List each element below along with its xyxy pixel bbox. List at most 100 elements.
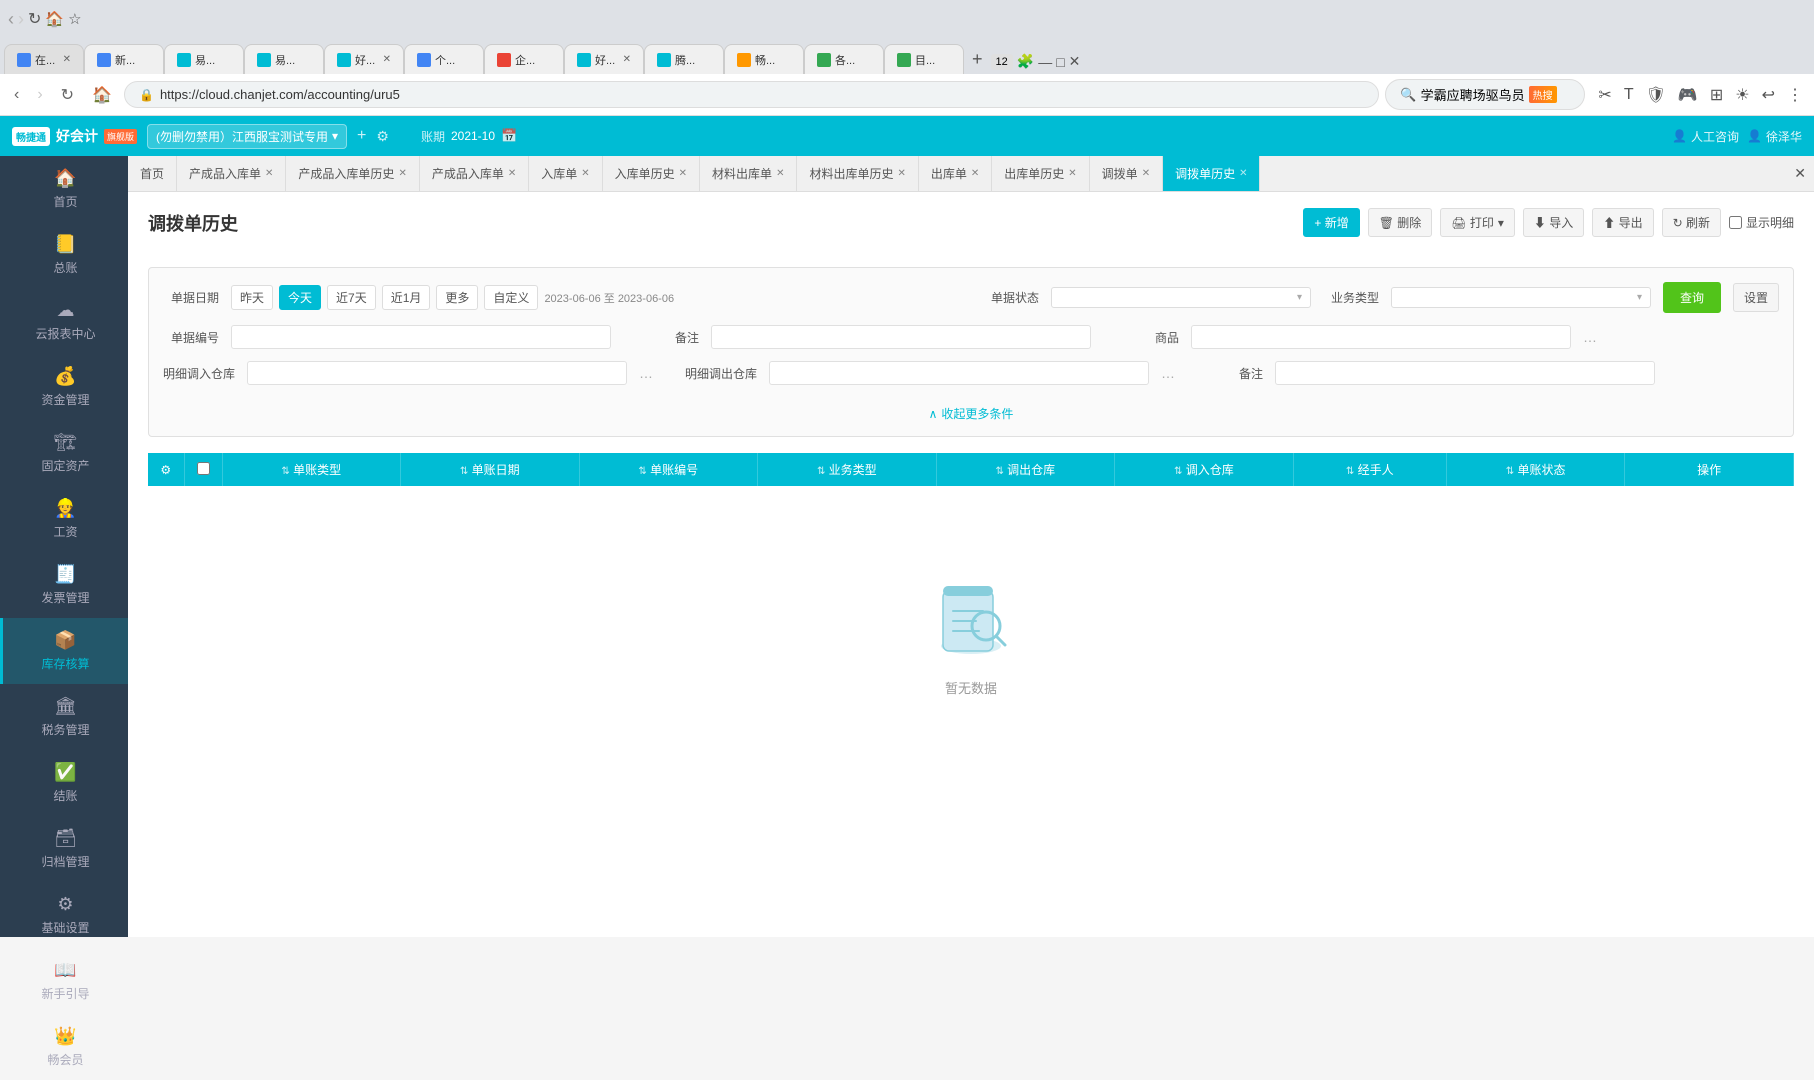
shield-icon[interactable]: 🛡 bbox=[1643, 82, 1669, 108]
address-bar[interactable]: 🔒 https://cloud.chanjet.com/accounting/u… bbox=[124, 81, 1379, 108]
forward-icon[interactable]: › bbox=[18, 9, 24, 30]
page-tab-2[interactable]: 产成品入库单历史 ✕ bbox=[286, 156, 419, 192]
delete-button[interactable]: 🗑 删除 bbox=[1368, 208, 1433, 237]
browser-tab-6[interactable]: 个... bbox=[404, 44, 484, 74]
tab-close-8[interactable]: ✕ bbox=[623, 54, 631, 65]
scissors-icon[interactable]: ✂ bbox=[1595, 82, 1614, 108]
th-doc-no[interactable]: ⇅ 单账编号 bbox=[579, 453, 758, 486]
page-tab-7[interactable]: 材料出库单历史 ✕ bbox=[797, 156, 918, 192]
add-company-icon[interactable]: + bbox=[357, 127, 366, 145]
filter-settings-button[interactable]: 设置 bbox=[1733, 283, 1779, 312]
maximize-icon[interactable]: □ bbox=[1056, 54, 1064, 70]
doc-no-input[interactable] bbox=[231, 325, 611, 349]
th-biz-type[interactable]: ⇅ 业务类型 bbox=[758, 453, 937, 486]
date-btn-custom[interactable]: 自定义 bbox=[484, 285, 538, 310]
th-doc-status[interactable]: ⇅ 单账状态 bbox=[1446, 453, 1625, 486]
print-button[interactable]: 🖨 打印 ▾ bbox=[1440, 208, 1515, 237]
page-tab-11[interactable]: 调拨单历史 ✕ bbox=[1163, 156, 1260, 192]
browser-tab-5[interactable]: 好... ✕ bbox=[324, 44, 404, 74]
th-doc-date[interactable]: ⇅ 单账日期 bbox=[401, 453, 580, 486]
translate-icon[interactable]: T bbox=[1621, 83, 1637, 107]
home-button[interactable]: 🏠 bbox=[86, 81, 118, 109]
forward-button[interactable]: › bbox=[31, 82, 48, 108]
sidebar-item-member[interactable]: 👑 畅会员 bbox=[0, 1014, 128, 1080]
page-tab-4[interactable]: 入库单 ✕ bbox=[529, 156, 602, 192]
grid-icon[interactable]: ⊞ bbox=[1707, 82, 1726, 108]
page-tab-8-close[interactable]: ✕ bbox=[971, 168, 979, 179]
theme-icon[interactable]: ☀ bbox=[1732, 82, 1752, 108]
status-select[interactable]: ▾ bbox=[1051, 287, 1311, 308]
page-tab-1-close[interactable]: ✕ bbox=[265, 168, 273, 179]
collapse-button[interactable]: ∧ 收起更多条件 bbox=[929, 405, 1014, 422]
back-button[interactable]: ‹ bbox=[8, 82, 25, 108]
page-tab-10-close[interactable]: ✕ bbox=[1142, 168, 1150, 179]
page-tab-9-close[interactable]: ✕ bbox=[1068, 168, 1076, 179]
detail-out-input[interactable] bbox=[769, 361, 1149, 385]
company-selector[interactable]: (勿删勿禁用）江西服宝测试专用 ▾ bbox=[147, 124, 347, 149]
new-tab-button[interactable]: + bbox=[964, 49, 991, 70]
new-button[interactable]: + 新增 bbox=[1303, 208, 1359, 237]
page-tab-7-close[interactable]: ✕ bbox=[897, 168, 905, 179]
settings-icon[interactable]: ⚙ bbox=[376, 128, 389, 145]
search-area[interactable]: 🔍 学霸应聘场驱鸟员 热搜 bbox=[1385, 79, 1585, 110]
sidebar-item-archive[interactable]: 🗃 归档管理 bbox=[0, 816, 128, 882]
page-tab-9[interactable]: 出库单历史 ✕ bbox=[992, 156, 1089, 192]
star-icon[interactable]: ☆ bbox=[68, 10, 81, 28]
undo-icon[interactable]: ↩ bbox=[1759, 82, 1778, 108]
page-tab-5-close[interactable]: ✕ bbox=[679, 168, 687, 179]
browser-tab-1[interactable]: 在... ✕ bbox=[4, 44, 84, 74]
browser-tab-3[interactable]: 易... bbox=[164, 44, 244, 74]
sidebar-item-salary[interactable]: 👷 工资 bbox=[0, 486, 128, 552]
browser-tab-4[interactable]: 易... bbox=[244, 44, 324, 74]
sidebar-item-assets[interactable]: 🏗 固定资产 bbox=[0, 420, 128, 486]
page-tab-3-close[interactable]: ✕ bbox=[508, 168, 516, 179]
reload-button[interactable]: ↻ bbox=[55, 81, 80, 109]
page-tab-1[interactable]: 产成品入库单 ✕ bbox=[177, 156, 286, 192]
minimize-icon[interactable]: — bbox=[1038, 54, 1052, 70]
sidebar-item-ledger[interactable]: 📒 总账 bbox=[0, 222, 128, 288]
page-tab-2-close[interactable]: ✕ bbox=[398, 168, 406, 179]
page-tab-3[interactable]: 产成品入库单 ✕ bbox=[420, 156, 529, 192]
export-button[interactable]: ⬆ 导出 bbox=[1592, 208, 1653, 237]
close-browser-icon[interactable]: ✕ bbox=[1069, 53, 1081, 70]
page-tab-10[interactable]: 调拨单 ✕ bbox=[1090, 156, 1163, 192]
display-detail-checkbox[interactable]: 显示明细 bbox=[1729, 214, 1794, 231]
import-button[interactable]: ⬇ 导入 bbox=[1523, 208, 1584, 237]
browser-tab-9[interactable]: 腾... bbox=[644, 44, 724, 74]
date-btn-1month[interactable]: 近1月 bbox=[382, 285, 431, 310]
home-icon[interactable]: 🏠 bbox=[45, 10, 64, 28]
sidebar-item-tax[interactable]: 🏛 税务管理 bbox=[0, 684, 128, 750]
sidebar-item-home[interactable]: 🏠 首页 bbox=[0, 156, 128, 222]
date-btn-7days[interactable]: 近7天 bbox=[327, 285, 376, 310]
extension-icon[interactable]: 🧩 bbox=[1017, 53, 1034, 70]
browser-tab-7[interactable]: 企... bbox=[484, 44, 564, 74]
page-tab-6-close[interactable]: ✕ bbox=[776, 168, 784, 179]
sidebar-item-capital[interactable]: 💰 资金管理 bbox=[0, 354, 128, 420]
remark-input[interactable] bbox=[711, 325, 1091, 349]
th-out-warehouse[interactable]: ⇅ 调出仓库 bbox=[936, 453, 1115, 486]
browser-tab-10[interactable]: 畅... bbox=[724, 44, 804, 74]
th-checkbox[interactable] bbox=[184, 453, 222, 486]
select-all-checkbox[interactable] bbox=[197, 462, 210, 475]
page-tab-home[interactable]: 首页 bbox=[128, 156, 177, 192]
th-in-warehouse[interactable]: ⇅ 调入仓库 bbox=[1115, 453, 1294, 486]
calendar-icon[interactable]: 📅 bbox=[501, 128, 517, 144]
gear-icon[interactable]: ⚙ bbox=[160, 463, 171, 477]
browser-tab-8[interactable]: 好... ✕ bbox=[564, 44, 644, 74]
page-tab-4-close[interactable]: ✕ bbox=[581, 168, 589, 179]
tab-close-1[interactable]: ✕ bbox=[63, 54, 71, 65]
page-tab-8[interactable]: 出库单 ✕ bbox=[919, 156, 992, 192]
browser-tab-2[interactable]: 新... bbox=[84, 44, 164, 74]
sidebar-item-invoice[interactable]: 🧾 发票管理 bbox=[0, 552, 128, 618]
user-profile-btn[interactable]: 👤 徐泽华 bbox=[1747, 128, 1802, 145]
display-detail-input[interactable] bbox=[1729, 216, 1742, 229]
date-btn-yesterday[interactable]: 昨天 bbox=[231, 285, 273, 310]
back-icon[interactable]: ‹ bbox=[8, 9, 14, 30]
sidebar-item-guide[interactable]: 📖 新手引导 bbox=[0, 948, 128, 1014]
detail-in-dots[interactable]: … bbox=[639, 365, 653, 381]
biz-type-select[interactable]: ▾ bbox=[1391, 287, 1651, 308]
sidebar-item-settle[interactable]: ✅ 结账 bbox=[0, 750, 128, 816]
th-doc-type[interactable]: ⇅ 单账类型 bbox=[222, 453, 401, 486]
browser-tab-12[interactable]: 目... bbox=[884, 44, 964, 74]
game-icon[interactable]: 🎮 bbox=[1675, 82, 1701, 108]
